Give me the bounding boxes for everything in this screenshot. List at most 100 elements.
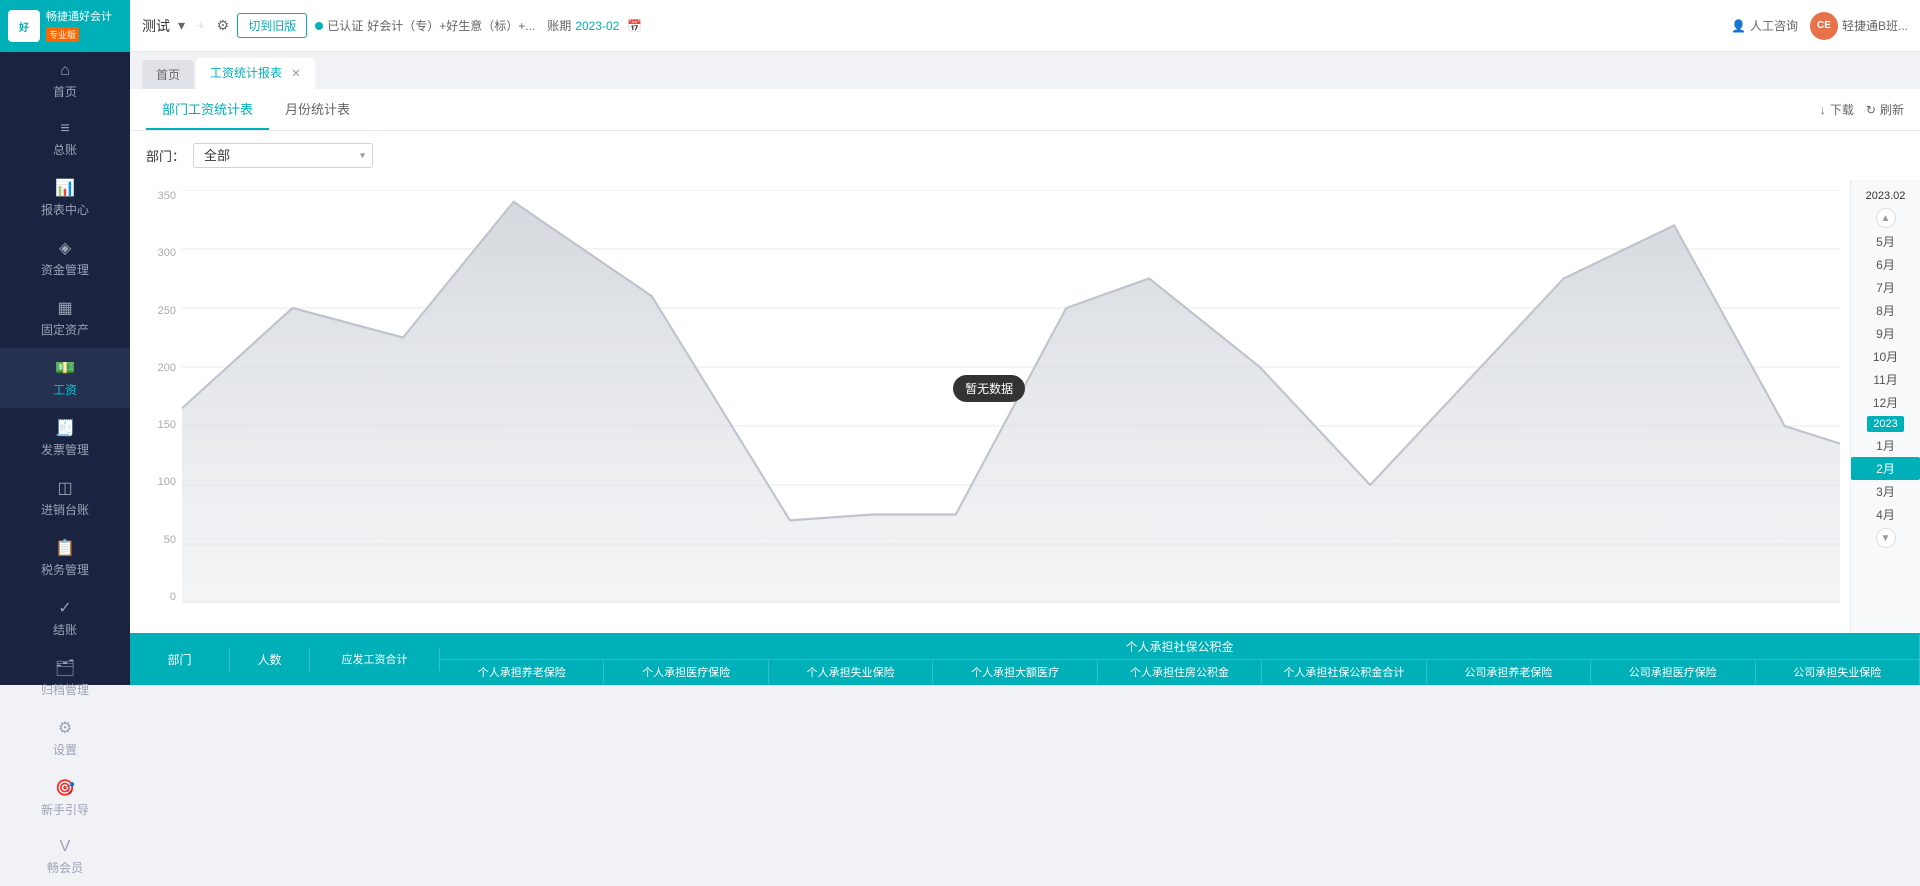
filter-row: 部门： 全部 技术部 销售部 行政部 财务部 ▾ [130,131,1920,180]
tab-close-icon[interactable]: ✕ [291,68,300,80]
sidebar-item-checkout[interactable]: ✓ 结账 [0,588,130,648]
sidebar-item-guide[interactable]: 🎯 新手引导 [0,768,130,828]
th-pension: 个人承担养老保险 [440,660,604,684]
rp-month-5[interactable]: 5月 [1851,230,1920,253]
sidebar-item-label: 进销台账 [41,501,89,518]
y-label-0: 0 [146,591,176,603]
guide-icon: 🎯 [55,778,75,798]
period-label: 账期 [547,17,571,34]
sidebar-item-archive[interactable]: 🗂 归档管理 [0,648,130,708]
app-logo: 好 畅捷通好会计 专业版 [0,0,130,52]
user-name: 轻捷通B班... [1842,17,1908,34]
archive-icon: 🗂 [55,658,75,678]
rp-month-3[interactable]: 3月 [1851,480,1920,503]
sidebar-item-label: 首页 [53,83,77,100]
sidebar-item-assets[interactable]: ▦ 固定资产 [0,288,130,348]
y-label-250: 250 [146,305,176,317]
sidebar-item-invoice[interactable]: 🧾 发票管理 [0,408,130,468]
tab-home[interactable]: 首页 [142,60,194,89]
sidebar-item-label: 设置 [53,741,77,758]
salary-icon: 💵 [55,358,75,378]
assistant-icon: 👤 [1731,19,1746,33]
y-label-50: 50 [146,534,176,546]
sidebar-item-label: 税务管理 [41,561,89,578]
rp-month-7[interactable]: 7月 [1851,276,1920,299]
period-value: 2023-02 [575,19,619,33]
refresh-btn[interactable]: ↻ 刷新 [1866,101,1904,118]
topbar-gear-icon[interactable]: ⚙ [217,17,230,34]
assistant-btn[interactable]: 👤 人工咨询 [1731,17,1798,34]
rp-month-8[interactable]: 8月 [1851,299,1920,322]
rp-month-9[interactable]: 9月 [1851,322,1920,345]
th-company-pension: 公司承担养老保险 [1427,660,1591,684]
y-label-100: 100 [146,476,176,488]
y-label-350: 350 [146,190,176,202]
reports-icon: 📊 [55,178,75,198]
topbar: 测试 ▾ + ⚙ 切到旧版 已认证 好会计（专）+好生意（标）+... 账期 2… [130,0,1920,52]
tags-label: 好会计（专）+好生意（标）+... [367,17,535,34]
rp-month-1[interactable]: 1月 [1851,434,1920,457]
sidebar-item-label: 固定资产 [41,321,89,338]
subtab-dept[interactable]: 部门工资统计表 [146,89,269,130]
sidebar-item-funds[interactable]: ◈ 资金管理 [0,228,130,288]
dept-filter-select[interactable]: 全部 技术部 销售部 行政部 财务部 [193,143,373,168]
rp-month-6[interactable]: 6月 [1851,253,1920,276]
assets-icon: ▦ [57,298,72,318]
certified-label: 已认证 [327,17,363,34]
switch-old-btn[interactable]: 切到旧版 [237,13,307,38]
rp-month-12[interactable]: 12月 [1851,391,1920,414]
dept-filter-wrap: 全部 技术部 销售部 行政部 财务部 ▾ [193,143,373,168]
rp-month-10[interactable]: 10月 [1851,345,1920,368]
sidebar-item-sales[interactable]: ◫ 进销台账 [0,468,130,528]
funds-icon: ◈ [59,238,71,258]
sidebar-item-tax[interactable]: 📋 税务管理 [0,528,130,588]
sidebar-item-salary[interactable]: 💵 工资 [0,348,130,408]
user-info[interactable]: CE 轻捷通B班... [1810,12,1908,40]
rp-month-2-active[interactable]: 2月 [1851,457,1920,480]
chart-tooltip: 暂无数据 [953,375,1025,402]
download-icon: ↓ [1820,103,1826,117]
y-label-150: 150 [146,419,176,431]
user-avatar: CE [1810,12,1838,40]
th-group-label: 个人承担社保公积金 [440,634,1919,660]
checkout-icon: ✓ [58,598,71,618]
rp-month-4[interactable]: 4月 [1851,503,1920,526]
calendar-icon[interactable]: 📅 [627,19,642,33]
topbar-title: 测试 [142,16,170,36]
y-label-300: 300 [146,247,176,259]
tax-icon: 📋 [55,538,75,558]
rp-up-btn[interactable]: ▲ [1876,208,1896,228]
logo-text-block: 畅捷通好会计 专业版 [46,10,112,41]
rp-down-btn[interactable]: ▼ [1876,528,1896,548]
subtab-monthly[interactable]: 月份统计表 [269,89,366,130]
y-label-200: 200 [146,362,176,374]
sidebar-item-settings[interactable]: ⚙ 设置 [0,708,130,768]
th-company-medical: 公司承担医疗保险 [1591,660,1755,684]
member-icon: V [60,838,71,856]
sales-icon: ◫ [57,478,72,498]
th-dept: 部门 [130,647,230,672]
th-housing-fund: 个人承担住房公积金 [1098,660,1262,684]
th-large-medical: 个人承担大额医疗 [933,660,1097,684]
invoice-icon: 🧾 [55,418,75,438]
sidebar-item-label: 归档管理 [41,681,89,698]
topbar-right: 👤 人工咨询 CE 轻捷通B班... [1731,12,1908,40]
sidebar-item-member[interactable]: V 畅会员 [0,828,130,886]
download-btn[interactable]: ↓ 下载 [1820,101,1854,118]
rp-month-11[interactable]: 11月 [1851,368,1920,391]
sidebar-item-label: 工资 [53,381,77,398]
sidebar-item-label: 结账 [53,621,77,638]
tab-salary-report[interactable]: 工资统计报表 ✕ [196,58,315,89]
sidebar-item-home[interactable]: ⌂ 首页 [0,52,130,110]
logo-icon: 好 [8,10,40,42]
topbar-dropdown[interactable]: ▾ [178,17,185,34]
sidebar-item-ledger[interactable]: ≡ 总账 [0,110,130,168]
th-personal-total: 个人承担社保公积金合计 [1262,660,1426,684]
rp-year-2023[interactable]: 2023 [1867,416,1903,432]
rp-date: 2023.02 [1851,186,1920,206]
certified-dot [315,22,323,30]
sidebar-item-label: 报表中心 [41,201,89,218]
tabbar: 首页 工资统计报表 ✕ [130,52,1920,89]
sidebar-item-reports[interactable]: 📊 报表中心 [0,168,130,228]
th-group-personal: 个人承担社保公积金 个人承担养老保险 个人承担医疗保险 个人承担失业保险 个人承… [440,634,1920,684]
